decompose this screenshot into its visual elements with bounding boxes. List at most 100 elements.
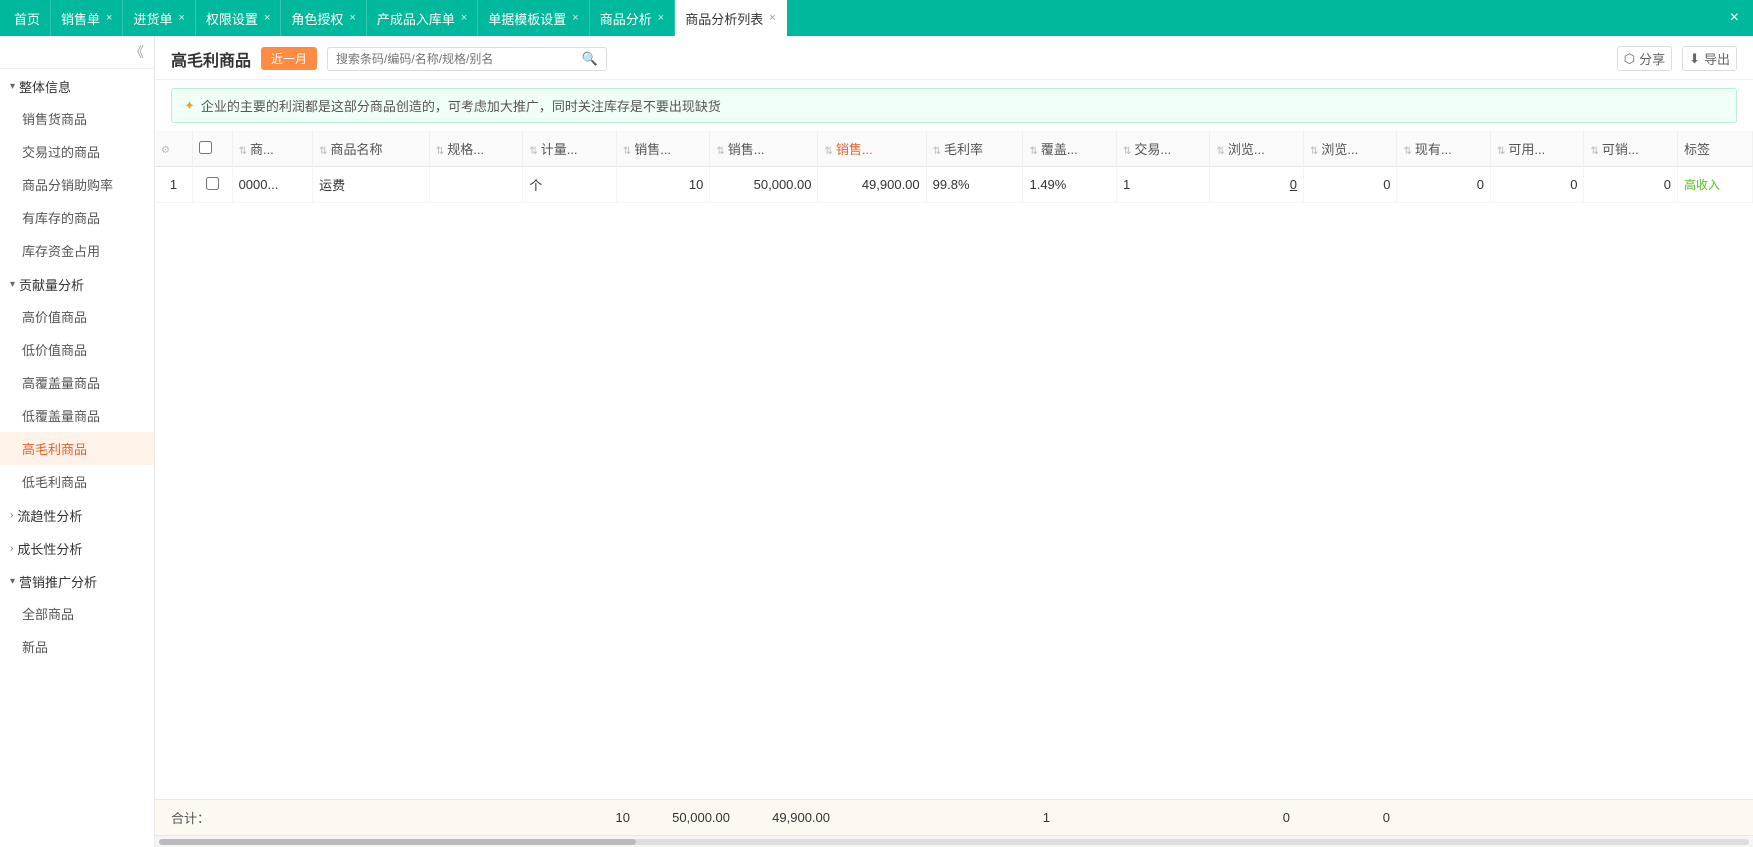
col-view2: ⇅浏览... bbox=[1303, 131, 1397, 167]
cell-saleable-stock: 0 bbox=[1584, 167, 1678, 203]
search-input[interactable] bbox=[336, 52, 582, 66]
col-view1: ⇅浏览... bbox=[1210, 131, 1304, 167]
nav-tab-permission[interactable]: 权限设置 × bbox=[196, 0, 281, 36]
footer-sales-amount: 50,000.00 bbox=[650, 810, 730, 825]
table-header-row: ⚙ ⇅商... ⇅商品名称 ⇅规格... ⇅计量... ⇅销售... ⇅销售..… bbox=[155, 131, 1753, 167]
sidebar-group-overall[interactable]: ▾ 整体信息 bbox=[0, 69, 154, 102]
search-icon[interactable]: 🔍 bbox=[582, 51, 598, 67]
sidebar: 《 ▾ 整体信息 销售货商品 交易过的商品 商品分销助购率 有库存的商品 库存资… bbox=[0, 36, 155, 847]
data-table: ⚙ ⇅商... ⇅商品名称 ⇅规格... ⇅计量... ⇅销售... ⇅销售..… bbox=[155, 131, 1753, 203]
col-available-stock: ⇅可用... bbox=[1490, 131, 1584, 167]
nav-tab-role[interactable]: 角色授权 × bbox=[281, 0, 366, 36]
footer-available-stock: 0 bbox=[1310, 810, 1390, 825]
header-actions: ⬡ 分享 ⬇ 导出 bbox=[1617, 46, 1737, 71]
col-sales-qty: ⇅销售... bbox=[616, 131, 710, 167]
cell-unit: 个 bbox=[523, 167, 617, 203]
col-trade: ⇅交易... bbox=[1116, 131, 1210, 167]
sidebar-collapse-button[interactable]: 《 bbox=[126, 40, 148, 64]
sidebar-item-low-margin[interactable]: 低毛利商品 bbox=[0, 465, 154, 498]
close-all-tabs[interactable]: × bbox=[1720, 9, 1749, 27]
close-product-analysis-tab[interactable]: × bbox=[658, 12, 664, 24]
sidebar-item-low-coverage[interactable]: 低覆盖量商品 bbox=[0, 399, 154, 432]
nav-tab-home[interactable]: 首页 bbox=[4, 0, 51, 36]
sidebar-item-high-value[interactable]: 高价值商品 bbox=[0, 300, 154, 333]
cell-tag: 高收入 bbox=[1677, 167, 1752, 203]
cell-gross-margin: 99.8% bbox=[926, 167, 1023, 203]
cell-spec bbox=[429, 167, 523, 203]
cell-seq: 1 bbox=[155, 167, 192, 203]
scrollbar-thumb[interactable] bbox=[159, 839, 636, 845]
cell-sales-profit: 49,900.00 bbox=[818, 167, 926, 203]
arrow-icon-marketing: ▾ bbox=[10, 576, 15, 587]
nav-tab-template[interactable]: 单据模板设置 × bbox=[478, 0, 589, 36]
col-saleable-stock: ⇅可销... bbox=[1584, 131, 1678, 167]
sidebar-item-stock-fund[interactable]: 库存资金占用 bbox=[0, 234, 154, 267]
footer-sales-profit: 49,900.00 bbox=[750, 810, 830, 825]
col-spec: ⇅规格... bbox=[429, 131, 523, 167]
sidebar-item-high-margin[interactable]: 高毛利商品 bbox=[0, 432, 154, 465]
cell-checkbox bbox=[192, 167, 232, 203]
arrow-icon-growth: › bbox=[10, 543, 13, 554]
top-navigation: 首页 销售单 × 进货单 × 权限设置 × 角色授权 × 产成品入库单 × 单据… bbox=[0, 0, 1753, 36]
sidebar-item-sales-assist[interactable]: 商品分销助购率 bbox=[0, 168, 154, 201]
share-button[interactable]: ⬡ 分享 bbox=[1617, 46, 1672, 71]
footer-trade: 1 bbox=[970, 810, 1050, 825]
close-template-tab[interactable]: × bbox=[572, 12, 578, 24]
close-product-inbound-tab[interactable]: × bbox=[461, 12, 467, 24]
sidebar-item-low-value[interactable]: 低价值商品 bbox=[0, 333, 154, 366]
close-permission-tab[interactable]: × bbox=[264, 12, 270, 24]
col-checkbox bbox=[192, 131, 232, 167]
nav-tab-purchase[interactable]: 进货单 × bbox=[123, 0, 195, 36]
filter-recent-month-button[interactable]: 近一月 bbox=[261, 47, 317, 70]
cell-current-stock: 0 bbox=[1397, 167, 1491, 203]
close-purchase-tab[interactable]: × bbox=[178, 12, 184, 24]
nav-tab-product-inbound[interactable]: 产成品入库单 × bbox=[367, 0, 478, 36]
sidebar-item-new-goods[interactable]: 新品 bbox=[0, 630, 154, 663]
close-product-analysis-list-tab[interactable]: × bbox=[769, 12, 775, 24]
cell-view1[interactable]: 0 bbox=[1210, 167, 1304, 203]
sidebar-item-in-stock-goods[interactable]: 有库存的商品 bbox=[0, 201, 154, 234]
col-sales-profit: ⇅销售... bbox=[818, 131, 926, 167]
footer-label: 合计： bbox=[171, 808, 210, 827]
table-container[interactable]: ⚙ ⇅商... ⇅商品名称 ⇅规格... ⇅计量... ⇅销售... ⇅销售..… bbox=[155, 131, 1753, 799]
export-button[interactable]: ⬇ 导出 bbox=[1682, 46, 1737, 71]
horizontal-scrollbar[interactable] bbox=[155, 835, 1753, 847]
nav-tab-sales[interactable]: 销售单 × bbox=[51, 0, 123, 36]
sidebar-group-growth[interactable]: › 成长性分析 bbox=[0, 531, 154, 564]
close-sales-tab[interactable]: × bbox=[106, 12, 112, 24]
sidebar-item-sales-goods[interactable]: 销售货商品 bbox=[0, 102, 154, 135]
sidebar-group-contribution[interactable]: ▾ 贡献量分析 bbox=[0, 267, 154, 300]
cell-available-stock: 0 bbox=[1490, 167, 1584, 203]
sidebar-group-trend[interactable]: › 流趋性分析 bbox=[0, 498, 154, 531]
nav-tab-product-analysis-list[interactable]: 商品分析列表 × bbox=[675, 0, 786, 36]
select-all-checkbox[interactable] bbox=[199, 141, 212, 154]
row-checkbox[interactable] bbox=[206, 177, 219, 190]
content-header: 高毛利商品 近一月 🔍 ⬡ 分享 ⬇ 导出 bbox=[155, 36, 1753, 80]
col-sales-amount: ⇅销售... bbox=[710, 131, 818, 167]
footer-current-stock: 0 bbox=[1210, 810, 1290, 825]
cell-view2: 0 bbox=[1303, 167, 1397, 203]
col-code: ⇅商... bbox=[232, 131, 313, 167]
cell-name: 运费 bbox=[313, 167, 430, 203]
content-area: 高毛利商品 近一月 🔍 ⬡ 分享 ⬇ 导出 ✦ 企业的主要的利润都是这部分商品创… bbox=[155, 36, 1753, 847]
sidebar-group-marketing[interactable]: ▾ 营销推广分析 bbox=[0, 564, 154, 597]
page-title: 高毛利商品 bbox=[171, 47, 251, 71]
arrow-icon-trend: › bbox=[10, 510, 13, 521]
col-coverage: ⇅覆盖... bbox=[1023, 131, 1117, 167]
sidebar-header: 《 bbox=[0, 36, 154, 69]
footer-sales-qty: 10 bbox=[550, 810, 630, 825]
cell-code: 0000... bbox=[232, 167, 313, 203]
sidebar-item-traded-goods[interactable]: 交易过的商品 bbox=[0, 135, 154, 168]
cell-trade: 1 bbox=[1116, 167, 1210, 203]
sidebar-item-high-coverage[interactable]: 高覆盖量商品 bbox=[0, 366, 154, 399]
search-box: 🔍 bbox=[327, 47, 607, 71]
sidebar-item-all-goods[interactable]: 全部商品 bbox=[0, 597, 154, 630]
info-icon: ✦ bbox=[184, 98, 195, 114]
nav-tab-product-analysis[interactable]: 商品分析 × bbox=[590, 0, 675, 36]
footer-summary: 合计： 10 50,000.00 49,900.00 1 0 0 bbox=[155, 799, 1753, 835]
export-icon: ⬇ bbox=[1689, 51, 1700, 67]
cell-coverage: 1.49% bbox=[1023, 167, 1117, 203]
cell-sales-amount: 50,000.00 bbox=[710, 167, 818, 203]
col-tag: 标签 bbox=[1677, 131, 1752, 167]
close-role-tab[interactable]: × bbox=[349, 12, 355, 24]
